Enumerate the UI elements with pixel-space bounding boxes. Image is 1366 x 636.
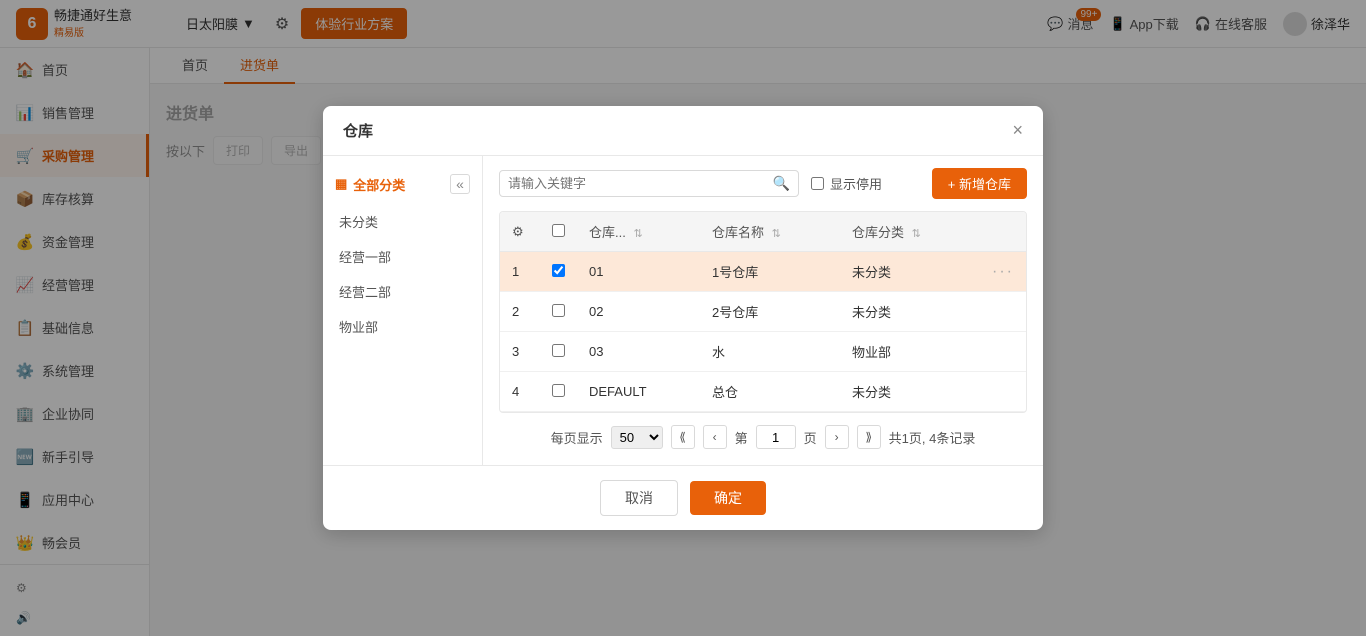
next-page-button[interactable]: › bbox=[825, 425, 849, 449]
pagination: 每页显示 50 100 ⟪ ‹ 第 页 › ⟫ 共1页, 4条记录 bbox=[499, 413, 1027, 453]
cell-category: 未分类 bbox=[840, 292, 980, 332]
cell-checkbox[interactable] bbox=[540, 292, 577, 332]
confirm-button[interactable]: 确定 bbox=[690, 481, 766, 515]
show-disabled-checkbox-label[interactable]: 显示停用 bbox=[811, 174, 882, 193]
category-sidebar: ▦ 全部分类 « 未分类 经营一部 经营二部 物业部 bbox=[323, 156, 483, 465]
cell-code: 02 bbox=[577, 292, 700, 332]
table-row[interactable]: 1 01 1号仓库 未分类 ··· bbox=[500, 252, 1026, 292]
modal-body: ▦ 全部分类 « 未分类 经营一部 经营二部 物业部 🔍 bbox=[323, 156, 1043, 465]
category-item-ops1[interactable]: 经营一部 bbox=[323, 239, 482, 274]
table-row[interactable]: 4 DEFAULT 总仓 未分类 bbox=[500, 372, 1026, 412]
per-page-select[interactable]: 50 100 bbox=[611, 426, 663, 449]
category-item-unclassified[interactable]: 未分类 bbox=[323, 204, 482, 239]
search-icon: 🔍 bbox=[773, 175, 790, 192]
all-categories-label[interactable]: ▦ 全部分类 bbox=[335, 175, 405, 194]
sort-code-icon: ⇅ bbox=[633, 228, 642, 240]
th-code: 仓库... ⇅ bbox=[577, 212, 700, 252]
cell-actions bbox=[980, 332, 1026, 372]
warehouse-table: ⚙ 仓库... ⇅ 仓库名称 ⇅ bbox=[499, 211, 1027, 413]
warehouse-modal: 仓库 × ▦ 全部分类 « 未分类 经营一部 经营二部 物业部 bbox=[323, 106, 1043, 530]
cell-num: 1 bbox=[500, 252, 540, 292]
modal-overlay: 仓库 × ▦ 全部分类 « 未分类 经营一部 经营二部 物业部 bbox=[0, 0, 1366, 636]
cell-category: 未分类 bbox=[840, 252, 980, 292]
category-collapse-button[interactable]: « bbox=[450, 174, 470, 194]
cell-checkbox[interactable] bbox=[540, 372, 577, 412]
grid-icon: ▦ bbox=[335, 176, 347, 192]
page-number-input[interactable] bbox=[756, 425, 796, 449]
select-all-checkbox[interactable] bbox=[552, 224, 565, 237]
search-box: 🔍 bbox=[499, 170, 799, 197]
cell-checkbox[interactable] bbox=[540, 252, 577, 292]
sort-name-icon: ⇅ bbox=[772, 228, 781, 240]
cell-num: 3 bbox=[500, 332, 540, 372]
th-checkbox bbox=[540, 212, 577, 252]
cell-actions bbox=[980, 372, 1026, 412]
cell-code: 01 bbox=[577, 252, 700, 292]
prev-page-button[interactable]: ‹ bbox=[703, 425, 727, 449]
cell-num: 4 bbox=[500, 372, 540, 412]
cell-num: 2 bbox=[500, 292, 540, 332]
modal-footer: 取消 确定 bbox=[323, 465, 1043, 530]
category-header: ▦ 全部分类 « bbox=[323, 168, 482, 204]
table-row[interactable]: 2 02 2号仓库 未分类 bbox=[500, 292, 1026, 332]
cell-category: 物业部 bbox=[840, 332, 980, 372]
category-item-ops2[interactable]: 经营二部 bbox=[323, 274, 482, 309]
cell-name: 总仓 bbox=[700, 372, 840, 412]
cell-code: 03 bbox=[577, 332, 700, 372]
modal-main-content: 🔍 显示停用 + 新增仓库 ⚙ bbox=[483, 156, 1043, 465]
sort-category-icon: ⇅ bbox=[912, 228, 921, 240]
cell-name: 1号仓库 bbox=[700, 252, 840, 292]
th-settings: ⚙ bbox=[500, 212, 540, 252]
modal-title: 仓库 bbox=[343, 120, 373, 141]
cancel-button[interactable]: 取消 bbox=[600, 480, 678, 516]
cell-actions: ··· bbox=[980, 252, 1026, 292]
table-row[interactable]: 3 03 水 物业部 bbox=[500, 332, 1026, 372]
last-page-button[interactable]: ⟫ bbox=[857, 425, 881, 449]
cell-name: 水 bbox=[700, 332, 840, 372]
th-actions bbox=[980, 212, 1026, 252]
cell-name: 2号仓库 bbox=[700, 292, 840, 332]
modal-close-button[interactable]: × bbox=[1012, 120, 1023, 141]
show-disabled-checkbox[interactable] bbox=[811, 177, 824, 190]
modal-search-row: 🔍 显示停用 + 新增仓库 bbox=[499, 168, 1027, 199]
search-input[interactable] bbox=[508, 176, 773, 191]
th-category: 仓库分类 ⇅ bbox=[840, 212, 980, 252]
cell-checkbox[interactable] bbox=[540, 332, 577, 372]
add-warehouse-button[interactable]: + 新增仓库 bbox=[932, 168, 1027, 199]
table-header-row: ⚙ 仓库... ⇅ 仓库名称 ⇅ bbox=[500, 212, 1026, 252]
cell-actions bbox=[980, 292, 1026, 332]
cell-category: 未分类 bbox=[840, 372, 980, 412]
cell-code: DEFAULT bbox=[577, 372, 700, 412]
th-name: 仓库名称 ⇅ bbox=[700, 212, 840, 252]
category-item-property[interactable]: 物业部 bbox=[323, 309, 482, 344]
modal-header: 仓库 × bbox=[323, 106, 1043, 156]
first-page-button[interactable]: ⟪ bbox=[671, 425, 695, 449]
